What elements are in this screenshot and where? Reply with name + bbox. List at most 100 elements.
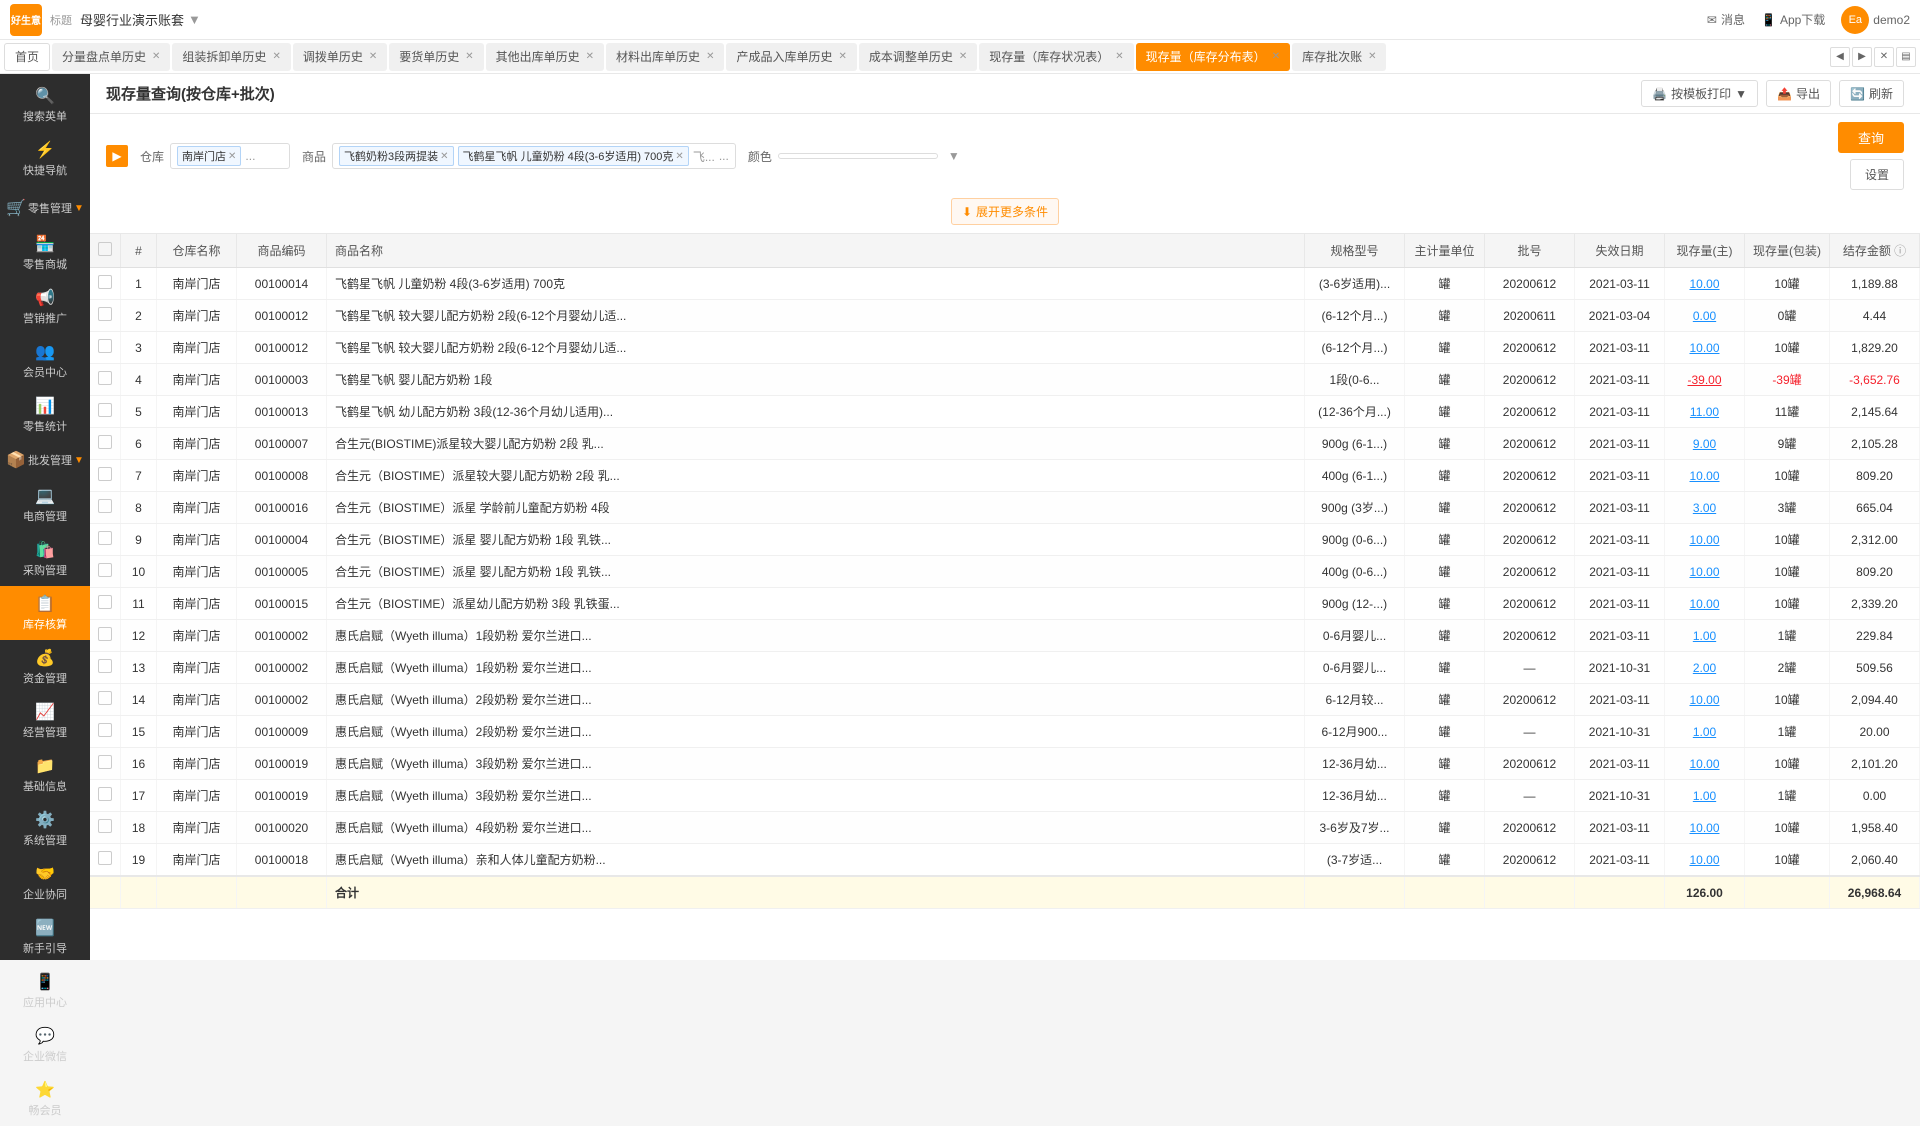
row-checkbox[interactable] bbox=[90, 844, 121, 877]
tab-inventory-status[interactable]: 现存量（库存状况表） ✕ bbox=[979, 43, 1133, 71]
tab-other-outbound[interactable]: 其他出库单历史 ✕ bbox=[486, 43, 604, 71]
col-checkbox[interactable] bbox=[90, 234, 121, 268]
sidebar-item-operations[interactable]: 📈 经营管理 bbox=[0, 694, 90, 748]
row-checkbox[interactable] bbox=[90, 620, 121, 652]
row-cb[interactable] bbox=[98, 371, 112, 385]
product-tag-2-close[interactable]: ✕ bbox=[675, 151, 683, 162]
row-cb[interactable] bbox=[98, 467, 112, 481]
row-checkbox[interactable] bbox=[90, 652, 121, 684]
row-checkbox[interactable] bbox=[90, 780, 121, 812]
tab-cost-adjust[interactable]: 成本调整单历史 ✕ bbox=[859, 43, 977, 71]
tab-transfer[interactable]: 调拨单历史 ✕ bbox=[293, 43, 387, 71]
row-cb[interactable] bbox=[98, 563, 112, 577]
filter-toggle-btn[interactable]: ▶ bbox=[106, 145, 128, 167]
row-cb[interactable] bbox=[98, 755, 112, 769]
row-cb[interactable] bbox=[98, 403, 112, 417]
sidebar-item-system[interactable]: ⚙️ 系统管理 bbox=[0, 802, 90, 856]
sidebar-item-new-guide[interactable]: 🆕 新手引导 bbox=[0, 910, 90, 964]
tab-close-inventory-status[interactable]: ✕ bbox=[1115, 51, 1123, 62]
sidebar-item-search[interactable]: 🔍 搜索英单 bbox=[0, 78, 90, 132]
tab-close-request[interactable]: ✕ bbox=[465, 51, 473, 62]
sidebar-item-quick-nav[interactable]: ⚡ 快捷导航 bbox=[0, 132, 90, 186]
row-qty-main[interactable]: 10.00 bbox=[1665, 556, 1745, 588]
row-checkbox[interactable] bbox=[90, 492, 121, 524]
row-qty-main[interactable]: 3.00 bbox=[1665, 492, 1745, 524]
row-cb[interactable] bbox=[98, 275, 112, 289]
warehouse-tag-close[interactable]: ✕ bbox=[228, 151, 236, 162]
row-cb[interactable] bbox=[98, 531, 112, 545]
product-tag-1-close[interactable]: ✕ bbox=[440, 151, 448, 162]
color-dropdown-icon[interactable]: ▼ bbox=[948, 149, 960, 163]
row-checkbox[interactable] bbox=[90, 300, 121, 332]
row-qty-main[interactable]: 10.00 bbox=[1665, 812, 1745, 844]
sidebar-item-retail-stats[interactable]: 📊 零售统计 bbox=[0, 388, 90, 442]
btn-export[interactable]: 📤 导出 bbox=[1766, 80, 1831, 107]
tab-product-inbound[interactable]: 产成品入库单历史 ✕ bbox=[726, 43, 856, 71]
tab-close-disassemble[interactable]: ✕ bbox=[272, 51, 280, 62]
row-cb[interactable] bbox=[98, 435, 112, 449]
row-qty-main[interactable]: 11.00 bbox=[1665, 396, 1745, 428]
row-qty-main[interactable]: 10.00 bbox=[1665, 684, 1745, 716]
row-checkbox[interactable] bbox=[90, 268, 121, 300]
sidebar-item-enterprise[interactable]: 🤝 企业协同 bbox=[0, 856, 90, 910]
messages-btn[interactable]: ✉ 消息 bbox=[1707, 11, 1745, 28]
row-qty-main[interactable]: 2.00 bbox=[1665, 652, 1745, 684]
sidebar-item-members2[interactable]: ⭐ 畅会员 bbox=[0, 1072, 90, 1126]
tab-close-split-inventory[interactable]: ✕ bbox=[152, 51, 160, 62]
sidebar-item-inventory[interactable]: 📋 库存核算 bbox=[0, 586, 90, 640]
row-cb[interactable] bbox=[98, 339, 112, 353]
btn-refresh[interactable]: 🔄 刷新 bbox=[1839, 80, 1904, 107]
btn-query[interactable]: 查询 bbox=[1838, 122, 1904, 153]
sidebar-item-marketing[interactable]: 📢 营销推广 bbox=[0, 280, 90, 334]
row-checkbox[interactable] bbox=[90, 812, 121, 844]
row-checkbox[interactable] bbox=[90, 684, 121, 716]
tab-prev-btn[interactable]: ◀ bbox=[1830, 47, 1850, 67]
row-qty-main[interactable]: 0.00 bbox=[1665, 300, 1745, 332]
user-menu[interactable]: Ea demo2 bbox=[1841, 6, 1910, 34]
warehouse-filter-container[interactable]: 南岸门店 ✕ ... bbox=[170, 143, 290, 169]
expand-btn[interactable]: ⬇ 展开更多条件 bbox=[951, 198, 1059, 225]
tab-batch-account[interactable]: 库存批次账 ✕ bbox=[1292, 43, 1386, 71]
row-checkbox[interactable] bbox=[90, 396, 121, 428]
row-checkbox[interactable] bbox=[90, 332, 121, 364]
row-cb[interactable] bbox=[98, 595, 112, 609]
tab-close-other-outbound[interactable]: ✕ bbox=[586, 51, 594, 62]
sidebar-item-enterprise-wechat[interactable]: 💬 企业微信 bbox=[0, 1018, 90, 1072]
tab-next-btn[interactable]: ▶ bbox=[1852, 47, 1872, 67]
tab-close-btn[interactable]: ✕ bbox=[1874, 47, 1894, 67]
sidebar-item-retail[interactable]: 🛒 零售管理 ▼ bbox=[0, 190, 90, 226]
company-selector[interactable]: 母婴行业演示账套 ▼ bbox=[80, 10, 201, 29]
tab-home[interactable]: 首页 bbox=[4, 43, 50, 71]
row-checkbox[interactable] bbox=[90, 556, 121, 588]
row-cb[interactable] bbox=[98, 691, 112, 705]
company-dropdown-icon[interactable]: ▼ bbox=[188, 12, 201, 27]
sidebar-item-purchase[interactable]: 🛍️ 采购管理 bbox=[0, 532, 90, 586]
row-checkbox[interactable] bbox=[90, 716, 121, 748]
row-cb[interactable] bbox=[98, 787, 112, 801]
sidebar-item-members[interactable]: 👥 会员中心 bbox=[0, 334, 90, 388]
sidebar-item-wholesale[interactable]: 📦 批发管理 ▼ bbox=[0, 442, 90, 478]
row-cb[interactable] bbox=[98, 627, 112, 641]
row-qty-main[interactable]: 10.00 bbox=[1665, 460, 1745, 492]
row-cb[interactable] bbox=[98, 659, 112, 673]
row-cb[interactable] bbox=[98, 723, 112, 737]
btn-template[interactable]: 🖨️ 按模板打印 ▼ bbox=[1641, 80, 1758, 107]
sidebar-item-basics[interactable]: 📁 基础信息 bbox=[0, 748, 90, 802]
table-container[interactable]: # 仓库名称 商品编码 商品名称 规格型号 主计量单位 批号 失效日期 现存量(… bbox=[90, 234, 1920, 960]
row-qty-main[interactable]: -39.00 bbox=[1665, 364, 1745, 396]
tab-close-cost-adjust[interactable]: ✕ bbox=[959, 51, 967, 62]
row-qty-main[interactable]: 1.00 bbox=[1665, 780, 1745, 812]
sidebar-item-ecommerce[interactable]: 💻 电商管理 bbox=[0, 478, 90, 532]
tab-close-material-outbound[interactable]: ✕ bbox=[706, 51, 714, 62]
tab-disassemble[interactable]: 组装拆卸单历史 ✕ bbox=[172, 43, 290, 71]
tab-close-transfer[interactable]: ✕ bbox=[369, 51, 377, 62]
btn-settings[interactable]: 设置 bbox=[1850, 159, 1904, 190]
tab-request[interactable]: 要货单历史 ✕ bbox=[389, 43, 483, 71]
row-qty-main[interactable]: 10.00 bbox=[1665, 268, 1745, 300]
row-cb[interactable] bbox=[98, 499, 112, 513]
tab-inventory-dist[interactable]: 现存量（库存分布表） ✕ bbox=[1136, 43, 1290, 71]
row-checkbox[interactable] bbox=[90, 364, 121, 396]
row-checkbox[interactable] bbox=[90, 460, 121, 492]
tab-split-inventory[interactable]: 分量盘点单历史 ✕ bbox=[52, 43, 170, 71]
row-qty-main[interactable]: 10.00 bbox=[1665, 588, 1745, 620]
